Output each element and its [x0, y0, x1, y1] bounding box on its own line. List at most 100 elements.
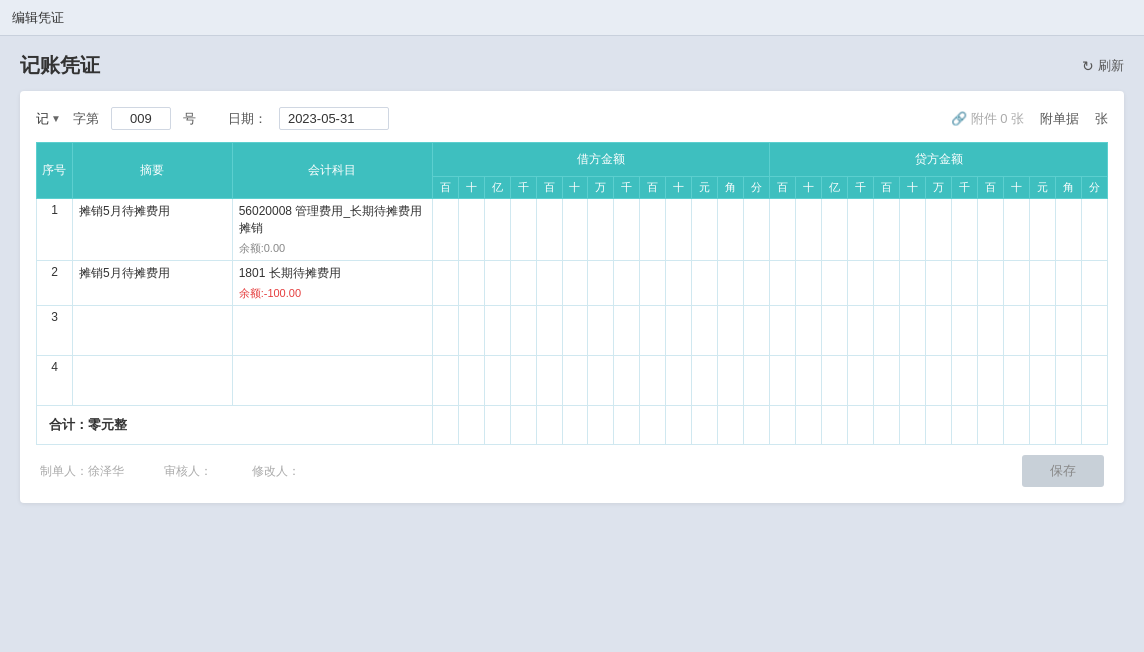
- credit-cell[interactable]: [822, 261, 848, 306]
- debit-cell[interactable]: [614, 356, 640, 406]
- debit-cell[interactable]: [692, 261, 718, 306]
- debit-cell[interactable]: [614, 306, 640, 356]
- debit-cell[interactable]: [588, 199, 614, 261]
- credit-cell[interactable]: [978, 199, 1004, 261]
- row-abstract[interactable]: [72, 356, 232, 406]
- debit-cell[interactable]: [692, 356, 718, 406]
- debit-cell[interactable]: [562, 199, 588, 261]
- credit-cell[interactable]: [874, 306, 900, 356]
- credit-cell[interactable]: [900, 261, 926, 306]
- debit-cell[interactable]: [562, 261, 588, 306]
- debit-cell[interactable]: [458, 261, 484, 306]
- row-abstract[interactable]: 摊销5月待摊费用: [72, 199, 232, 261]
- credit-cell[interactable]: [1003, 356, 1029, 406]
- credit-cell[interactable]: [874, 261, 900, 306]
- debit-cell[interactable]: [536, 261, 562, 306]
- row-abstract[interactable]: 摊销5月待摊费用: [72, 261, 232, 306]
- debit-cell[interactable]: [536, 199, 562, 261]
- debit-cell[interactable]: [510, 199, 536, 261]
- debit-cell[interactable]: [432, 199, 458, 261]
- credit-cell[interactable]: [874, 356, 900, 406]
- ji-selector[interactable]: 记 ▼: [36, 110, 61, 128]
- credit-cell[interactable]: [952, 306, 978, 356]
- credit-cell[interactable]: [926, 306, 952, 356]
- row-abstract[interactable]: [72, 306, 232, 356]
- credit-cell[interactable]: [848, 199, 874, 261]
- credit-cell[interactable]: [1055, 199, 1081, 261]
- credit-cell[interactable]: [1081, 356, 1107, 406]
- debit-cell[interactable]: [718, 199, 744, 261]
- credit-cell[interactable]: [848, 356, 874, 406]
- credit-cell[interactable]: [926, 199, 952, 261]
- credit-cell[interactable]: [1003, 306, 1029, 356]
- credit-cell[interactable]: [770, 199, 796, 261]
- credit-cell[interactable]: [848, 261, 874, 306]
- row-account[interactable]: [232, 306, 432, 356]
- credit-cell[interactable]: [926, 261, 952, 306]
- debit-cell[interactable]: [692, 306, 718, 356]
- debit-cell[interactable]: [562, 356, 588, 406]
- credit-cell[interactable]: [1055, 261, 1081, 306]
- credit-cell[interactable]: [770, 356, 796, 406]
- debit-cell[interactable]: [458, 199, 484, 261]
- debit-cell[interactable]: [666, 261, 692, 306]
- debit-cell[interactable]: [614, 199, 640, 261]
- refresh-button[interactable]: ↻ 刷新: [1082, 57, 1124, 75]
- credit-cell[interactable]: [978, 356, 1004, 406]
- credit-cell[interactable]: [1081, 261, 1107, 306]
- debit-cell[interactable]: [588, 261, 614, 306]
- debit-cell[interactable]: [562, 306, 588, 356]
- debit-cell[interactable]: [484, 356, 510, 406]
- debit-cell[interactable]: [640, 356, 666, 406]
- save-button[interactable]: 保存: [1022, 455, 1104, 487]
- single-doc-button[interactable]: 附单据: [1040, 110, 1079, 128]
- credit-cell[interactable]: [952, 199, 978, 261]
- credit-cell[interactable]: [796, 306, 822, 356]
- debit-cell[interactable]: [666, 199, 692, 261]
- credit-cell[interactable]: [874, 199, 900, 261]
- credit-cell[interactable]: [900, 306, 926, 356]
- row-account[interactable]: 56020008 管理费用_长期待摊费用摊销余额:0.00: [232, 199, 432, 261]
- credit-cell[interactable]: [1003, 261, 1029, 306]
- debit-cell[interactable]: [640, 199, 666, 261]
- credit-cell[interactable]: [822, 356, 848, 406]
- credit-cell[interactable]: [1081, 199, 1107, 261]
- credit-cell[interactable]: [1055, 356, 1081, 406]
- credit-cell[interactable]: [796, 199, 822, 261]
- credit-cell[interactable]: [770, 261, 796, 306]
- credit-cell[interactable]: [822, 199, 848, 261]
- credit-cell[interactable]: [900, 199, 926, 261]
- credit-cell[interactable]: [952, 356, 978, 406]
- row-account[interactable]: [232, 356, 432, 406]
- debit-cell[interactable]: [692, 199, 718, 261]
- debit-cell[interactable]: [458, 306, 484, 356]
- credit-cell[interactable]: [978, 306, 1004, 356]
- debit-cell[interactable]: [510, 306, 536, 356]
- debit-cell[interactable]: [718, 306, 744, 356]
- credit-cell[interactable]: [952, 261, 978, 306]
- date-input[interactable]: [279, 107, 389, 130]
- debit-cell[interactable]: [432, 306, 458, 356]
- debit-cell[interactable]: [510, 261, 536, 306]
- credit-cell[interactable]: [822, 306, 848, 356]
- debit-cell[interactable]: [640, 306, 666, 356]
- credit-cell[interactable]: [900, 356, 926, 406]
- credit-cell[interactable]: [1029, 261, 1055, 306]
- debit-cell[interactable]: [744, 261, 770, 306]
- debit-cell[interactable]: [744, 199, 770, 261]
- debit-cell[interactable]: [744, 306, 770, 356]
- credit-cell[interactable]: [1003, 199, 1029, 261]
- debit-cell[interactable]: [458, 356, 484, 406]
- credit-cell[interactable]: [978, 261, 1004, 306]
- credit-cell[interactable]: [1029, 306, 1055, 356]
- debit-cell[interactable]: [744, 356, 770, 406]
- attachment-button[interactable]: 🔗 附件 0 张: [951, 110, 1024, 128]
- debit-cell[interactable]: [484, 306, 510, 356]
- credit-cell[interactable]: [796, 261, 822, 306]
- debit-cell[interactable]: [588, 356, 614, 406]
- debit-cell[interactable]: [588, 306, 614, 356]
- debit-cell[interactable]: [536, 306, 562, 356]
- credit-cell[interactable]: [926, 356, 952, 406]
- credit-cell[interactable]: [1055, 306, 1081, 356]
- voucher-number-input[interactable]: [111, 107, 171, 130]
